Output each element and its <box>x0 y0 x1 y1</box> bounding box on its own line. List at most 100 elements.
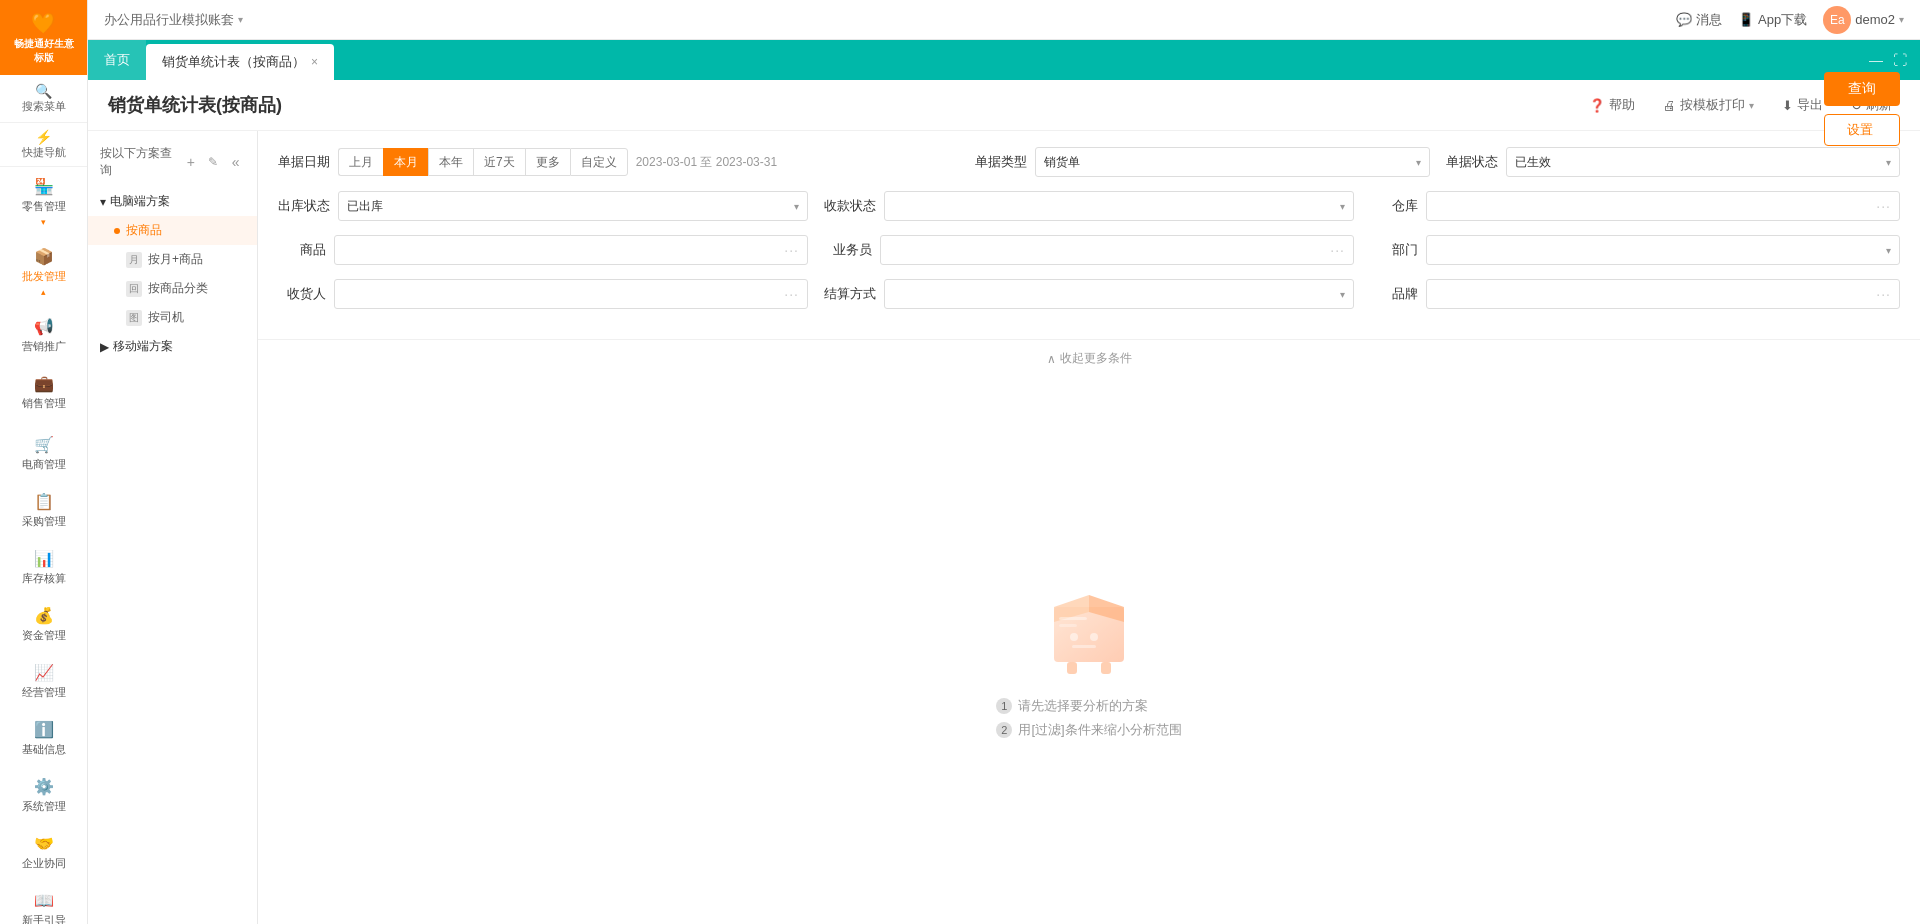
enterprise-icon: 🤝 <box>34 834 54 853</box>
filter-salesperson: 业务员 ··· <box>824 235 1354 265</box>
sidebar-item-retail[interactable]: 🏪 零售管理 ▾ <box>0 167 87 237</box>
doc-status-label: 单据状态 <box>1446 153 1498 171</box>
tab-close-btn[interactable]: × <box>311 56 318 68</box>
logo-icon: 🧡 <box>6 10 81 36</box>
date-btn-last-7-days[interactable]: 近7天 <box>473 148 525 176</box>
scheme-item-goods-category-label: 按商品分类 <box>148 280 208 297</box>
sidebar-item-sales[interactable]: 💼 销售管理 <box>0 364 87 421</box>
retail-icon: 🏪 <box>34 177 54 196</box>
sidebar: 🧡 畅捷通好生意标版 🔍 搜索菜单 ⚡ 快捷导航 🏪 零售管理 ▾ 📦 批发管理… <box>0 0 88 924</box>
maximize-btn[interactable]: ⛶ <box>1892 52 1908 68</box>
tip-num-1: 1 <box>996 698 1012 714</box>
doc-status-control[interactable]: 已生效 ▾ <box>1506 147 1900 177</box>
print-btn[interactable]: 🖨 按模板打印 ▾ <box>1655 92 1762 118</box>
query-buttons: 查询 设置 <box>1824 131 1900 146</box>
date-btn-this-year[interactable]: 本年 <box>428 148 473 176</box>
scheme-group-mobile-header[interactable]: ▶ 移动端方案 <box>88 332 257 361</box>
date-btn-custom[interactable]: 自定义 <box>570 148 628 176</box>
dept-control[interactable]: ▾ <box>1426 235 1900 265</box>
salesperson-control[interactable]: ··· <box>880 235 1354 265</box>
salesperson-label: 业务员 <box>824 241 872 259</box>
sidebar-item-system[interactable]: ⚙️ 系统管理 <box>0 767 87 824</box>
scheme-item-month-goods[interactable]: 月 按月+商品 <box>88 245 257 274</box>
sidebar-item-ecommerce[interactable]: 🛒 电商管理 <box>0 425 87 482</box>
message-icon: 💬 <box>1676 12 1692 27</box>
sidebar-item-search[interactable]: 🔍 搜索菜单 <box>0 75 87 123</box>
sidebar-item-inventory[interactable]: 📊 库存核算 <box>0 539 87 596</box>
sidebar-item-newguide[interactable]: 📖 新手引导 <box>0 881 87 924</box>
wholesale-icon: 📦 <box>34 247 54 266</box>
sidebar-item-enterprise[interactable]: 🤝 企业协同 <box>0 824 87 881</box>
help-btn[interactable]: ❓ 帮助 <box>1581 92 1643 118</box>
payment-method-label: 结算方式 <box>824 285 876 303</box>
svg-point-6 <box>1090 633 1098 641</box>
scheme-icon-category: 回 <box>126 281 142 297</box>
date-btn-last-month[interactable]: 上月 <box>338 148 383 176</box>
goods-dots: ··· <box>784 242 799 258</box>
sidebar-item-marketing[interactable]: 📢 营销推广 <box>0 307 87 364</box>
app-logo[interactable]: 🧡 畅捷通好生意标版 <box>0 0 87 75</box>
procurement-icon: 📋 <box>34 492 54 511</box>
scheme-panel-header: 按以下方案查询 + ✎ « <box>88 141 257 187</box>
goods-control[interactable]: ··· <box>334 235 808 265</box>
sidebar-item-finance[interactable]: 💰 资金管理 <box>0 596 87 653</box>
warehouse-control[interactable]: ··· <box>1426 191 1900 221</box>
warehouse-label: 仓库 <box>1370 197 1418 215</box>
filter-goods: 商品 ··· <box>278 235 808 265</box>
industry-dropdown-arrow: ▾ <box>238 14 243 25</box>
scheme-edit-btn[interactable]: ✎ <box>204 152 222 172</box>
scheme-add-btn[interactable]: + <box>182 152 200 172</box>
sidebar-item-quicknav[interactable]: ⚡ 快捷导航 <box>0 123 87 167</box>
sidebar-item-procurement[interactable]: 📋 采购管理 <box>0 482 87 539</box>
scheme-item-by-goods[interactable]: 按商品 <box>88 216 257 245</box>
collapse-row[interactable]: ∧ 收起更多条件 <box>258 339 1920 377</box>
tab-home[interactable]: 首页 <box>88 40 146 80</box>
recipient-dots: ··· <box>784 286 799 302</box>
sales-icon: 💼 <box>34 374 54 393</box>
minimize-btn[interactable]: — <box>1868 52 1884 68</box>
sidebar-item-operations[interactable]: 📈 经营管理 <box>0 653 87 710</box>
scheme-collapse-btn[interactable]: « <box>227 152 245 172</box>
out-status-control[interactable]: 已出库 ▾ <box>338 191 808 221</box>
brand-control[interactable]: ··· <box>1426 279 1900 309</box>
date-range: 2023-03-01 至 2023-03-31 <box>636 154 777 171</box>
filter-panel: 单据日期 上月 本月 本年 近7天 更多 自定义 <box>258 131 1920 339</box>
header-left: 办公用品行业模拟账套 ▾ <box>104 11 243 29</box>
app-download-btn[interactable]: 📱 App下载 <box>1738 11 1807 29</box>
filter-warehouse: 仓库 ··· <box>1370 191 1900 221</box>
payment-status-control[interactable]: ▾ <box>884 191 1354 221</box>
export-label: 导出 <box>1797 96 1823 114</box>
app-download-label: App下载 <box>1758 11 1807 29</box>
filter-row-4: 收货人 ··· 结算方式 ▾ <box>278 279 1900 309</box>
doc-type-arrow: ▾ <box>1416 157 1421 168</box>
svg-rect-7 <box>1072 645 1096 648</box>
filter-out-status: 出库状态 已出库 ▾ <box>278 191 808 221</box>
date-btn-more[interactable]: 更多 <box>525 148 570 176</box>
scheme-panel: 按以下方案查询 + ✎ « ▾ 电脑端方案 按商品 <box>88 131 258 924</box>
export-btn[interactable]: ⬇ 导出 <box>1774 92 1831 118</box>
recipient-control[interactable]: ··· <box>334 279 808 309</box>
help-label: 帮助 <box>1609 96 1635 114</box>
date-btn-this-month[interactable]: 本月 <box>383 148 428 176</box>
payment-status-label: 收款状态 <box>824 197 876 215</box>
recipient-label: 收货人 <box>278 285 326 303</box>
sidebar-item-basic-info[interactable]: ℹ️ 基础信息 <box>0 710 87 767</box>
scheme-group-pc-header[interactable]: ▾ 电脑端方案 <box>88 187 257 216</box>
scheme-item-goods-category[interactable]: 回 按商品分类 <box>88 274 257 303</box>
payment-method-control[interactable]: ▾ <box>884 279 1354 309</box>
sidebar-item-wholesale[interactable]: 📦 批发管理 ▴ <box>0 237 87 307</box>
scheme-item-driver[interactable]: 图 按司机 <box>88 303 257 332</box>
industry-dropdown[interactable]: 办公用品行业模拟账套 ▾ <box>104 11 243 29</box>
main-area: 办公用品行业模拟账套 ▾ 💬 消息 📱 App下载 Ea demo2 ▾ 首页 <box>88 0 1920 924</box>
payment-method-arrow: ▾ <box>1340 289 1345 300</box>
tab-active[interactable]: 销货单统计表（按商品） × <box>146 44 334 80</box>
message-btn[interactable]: 💬 消息 <box>1676 11 1722 29</box>
collapse-arrow: ∧ <box>1047 352 1056 366</box>
pc-group-arrow: ▾ <box>100 195 106 209</box>
settings-btn[interactable]: 设置 <box>1824 131 1900 146</box>
operations-icon: 📈 <box>34 663 54 682</box>
doc-type-control[interactable]: 销货单 ▾ <box>1035 147 1429 177</box>
warehouse-dots: ··· <box>1876 198 1891 214</box>
filter-recipient: 收货人 ··· <box>278 279 808 309</box>
user-menu[interactable]: Ea demo2 ▾ <box>1823 6 1904 34</box>
